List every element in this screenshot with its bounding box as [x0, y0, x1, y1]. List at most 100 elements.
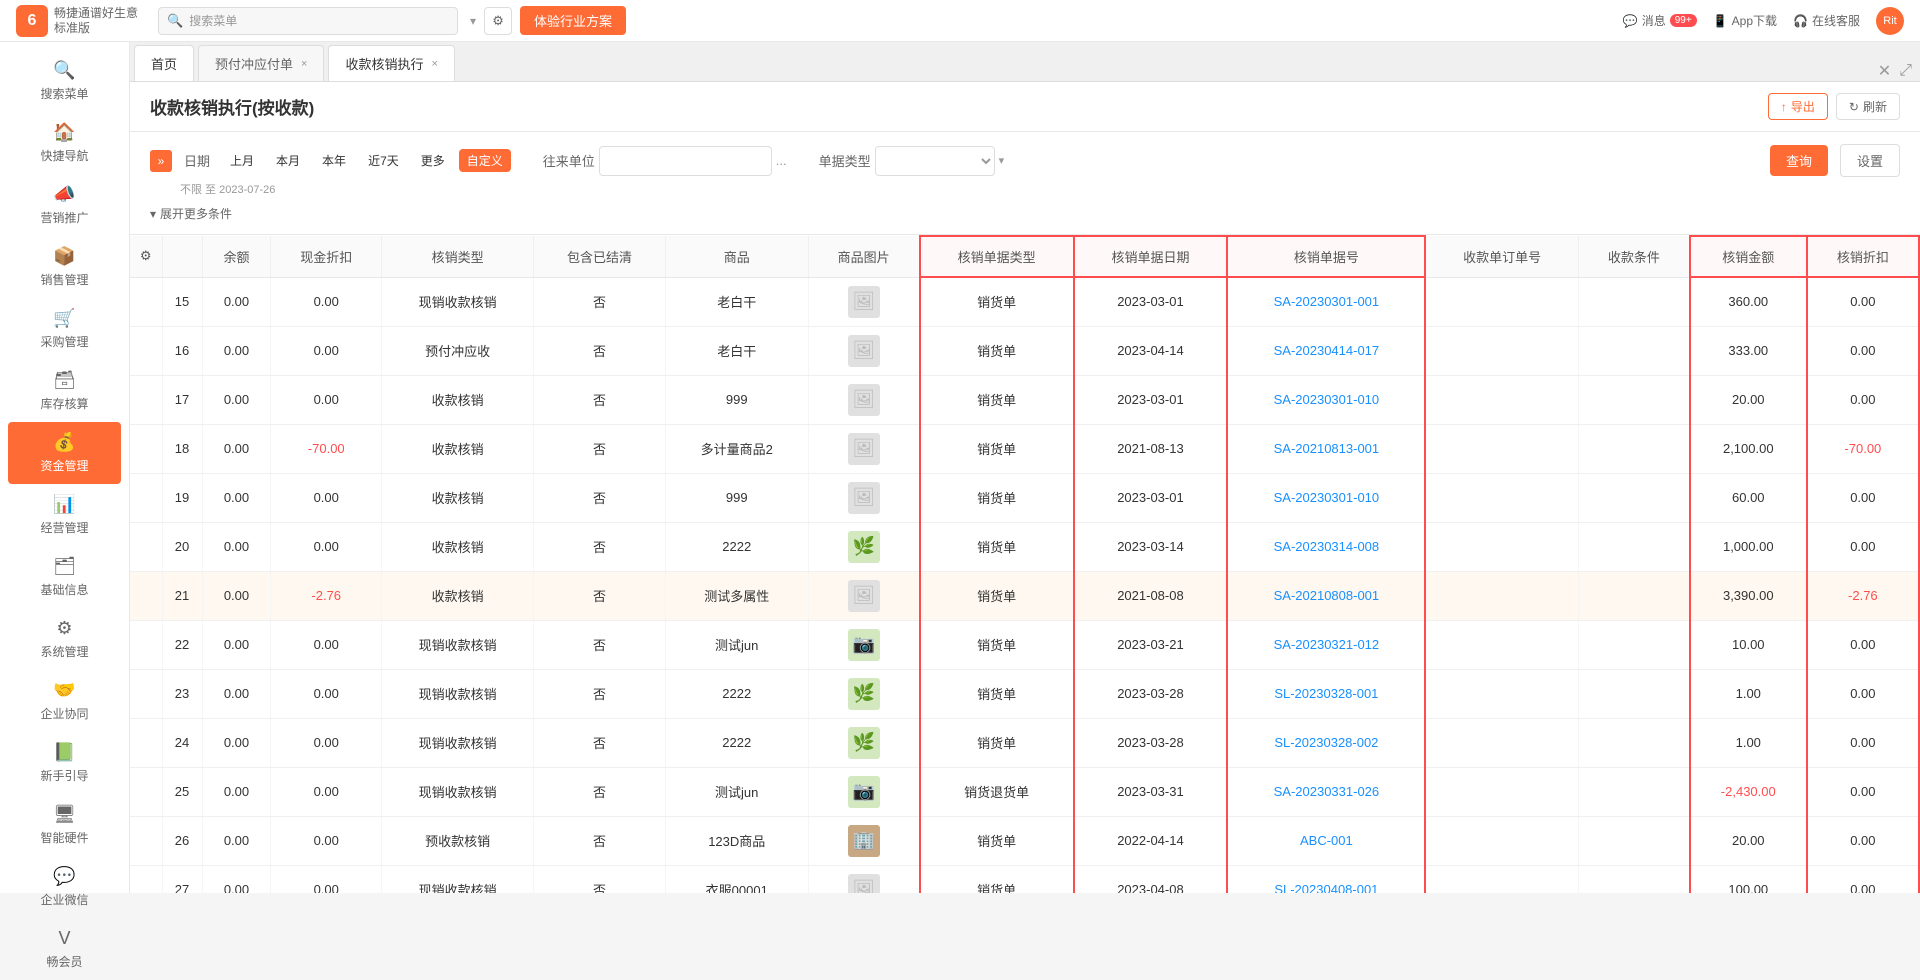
- sidebar-item-business[interactable]: 📊 经营管理: [0, 484, 129, 546]
- write-off-no-link[interactable]: SA-20230321-012: [1274, 637, 1380, 652]
- this-year-button[interactable]: 本年: [314, 149, 354, 172]
- receipt-type-label: 单据类型: [819, 151, 871, 170]
- tab-prepay[interactable]: 预付冲应付单 ×: [198, 45, 324, 81]
- wechat-icon: 💬: [53, 866, 75, 887]
- col-write-off-no-cell: SL-20230328-002: [1227, 718, 1425, 767]
- sidebar-item-label: 新手引导: [40, 767, 88, 784]
- industry-solution-button[interactable]: 体验行业方案: [520, 6, 626, 35]
- table-row: 26 0.00 0.00 预收款核销 否 123D商品 🏢 销货单 2022-0…: [130, 816, 1919, 865]
- col-seq-cell: 16: [162, 326, 202, 375]
- write-off-no-link[interactable]: SA-20210813-001: [1274, 441, 1380, 456]
- sidebar-item-basic[interactable]: 🗂 基础信息: [0, 546, 129, 608]
- col-receipt-condition-cell: [1578, 375, 1689, 424]
- last-month-button[interactable]: 上月: [222, 149, 262, 172]
- filter-settings-button[interactable]: 设置: [1840, 144, 1900, 177]
- expand-more-conditions[interactable]: ▾ 展开更多条件: [150, 205, 1900, 222]
- sidebar-item-purchase[interactable]: 🛒 采购管理: [0, 298, 129, 360]
- refresh-icon: ↻: [1849, 100, 1859, 114]
- col-included-settled-cell: 否: [534, 865, 665, 893]
- collapse-filter-button[interactable]: »: [150, 150, 172, 172]
- sidebar-item-system[interactable]: ⚙ 系统管理: [0, 608, 129, 670]
- sidebar-item-inventory[interactable]: 🗃 库存核算: [0, 360, 129, 422]
- sidebar-item-guide[interactable]: 📗 新手引导: [0, 732, 129, 794]
- tab-bar-actions: ✕ ⤢: [1878, 61, 1920, 81]
- col-cash-discount-cell: 0.00: [271, 277, 382, 326]
- col-gear[interactable]: ⚙: [130, 236, 162, 277]
- sidebar-item-hardware[interactable]: 🖥 智能硬件: [0, 794, 129, 856]
- settings-icon[interactable]: ⚙: [484, 7, 512, 35]
- more-date-button[interactable]: 更多: [413, 149, 453, 172]
- col-included-settled-cell: 否: [534, 522, 665, 571]
- avatar[interactable]: Rit: [1876, 7, 1904, 35]
- write-off-no-link[interactable]: SA-20210808-001: [1274, 588, 1380, 603]
- sidebar-item-cooperation[interactable]: 🤝 企业协同: [0, 670, 129, 732]
- sidebar-item-sales[interactable]: 📦 销售管理: [0, 236, 129, 298]
- close-window-icon[interactable]: ✕: [1878, 61, 1891, 81]
- write-off-no-link[interactable]: SA-20230301-010: [1274, 490, 1380, 505]
- monitor-icon: 🖥: [53, 804, 76, 825]
- write-off-no-link[interactable]: SA-20230314-008: [1274, 539, 1380, 554]
- col-write-off-amount-cell: 100.00: [1690, 865, 1807, 893]
- write-off-no-link[interactable]: SA-20230301-010: [1274, 392, 1380, 407]
- col-product-img-cell: 🌿: [808, 718, 919, 767]
- col-write-off-date-cell: 2023-03-31: [1074, 767, 1228, 816]
- close-icon[interactable]: ×: [301, 58, 307, 70]
- chevron-down-icon[interactable]: ▾: [470, 14, 476, 28]
- col-included-settled-cell: 否: [534, 718, 665, 767]
- table-row: 22 0.00 0.00 现销收款核销 否 测试jun 📷 销货单 2023-0…: [130, 620, 1919, 669]
- notification-item[interactable]: 💬 消息 99+: [1623, 12, 1697, 29]
- col-write-off-no-cell: SA-20230414-017: [1227, 326, 1425, 375]
- app-download-item[interactable]: 📱 App下载: [1713, 12, 1777, 29]
- col-gear-cell: [130, 669, 162, 718]
- col-seq-cell: 23: [162, 669, 202, 718]
- write-off-no-link[interactable]: SL-20230328-001: [1274, 686, 1378, 701]
- col-write-off-bill-type-cell: 销货单: [920, 865, 1074, 893]
- sidebar-item-label: 系统管理: [40, 643, 88, 660]
- search-box[interactable]: 🔍 搜索菜单: [158, 7, 458, 35]
- write-off-no-link[interactable]: SA-20230301-001: [1274, 294, 1380, 309]
- handshake-icon: 🤝: [53, 680, 75, 701]
- sidebar-item-quicknav[interactable]: 🏠 快捷导航: [0, 112, 129, 174]
- maximize-icon[interactable]: ⤢: [1899, 62, 1912, 80]
- tab-home[interactable]: 首页: [134, 45, 194, 81]
- sidebar-item-marketing[interactable]: 📣 营销推广: [0, 174, 129, 236]
- col-included-settled-cell: 否: [534, 767, 665, 816]
- this-month-button[interactable]: 本月: [268, 149, 308, 172]
- last-7-days-button[interactable]: 近7天: [360, 149, 407, 172]
- col-receipt-order-no-cell: [1425, 718, 1578, 767]
- write-off-no-link[interactable]: ABC-001: [1300, 833, 1353, 848]
- folder-icon: 🗂: [53, 556, 76, 577]
- sidebar-item-search[interactable]: 🔍 搜索菜单: [0, 50, 129, 112]
- online-service-item[interactable]: 🎧 在线客服: [1793, 12, 1860, 29]
- date-filter-group: 上月 本月 本年 近7天 更多 自定义: [222, 149, 511, 172]
- export-button[interactable]: ↑ 导出: [1768, 93, 1828, 120]
- write-off-no-link[interactable]: SL-20230328-002: [1274, 735, 1378, 750]
- write-off-no-link[interactable]: SL-20230408-001: [1274, 882, 1378, 893]
- write-off-no-link[interactable]: SA-20230331-026: [1274, 784, 1380, 799]
- sidebar-item-label: 企业协同: [40, 705, 88, 722]
- col-cash-discount-cell: 0.00: [271, 767, 382, 816]
- col-product-cell: 衣服00001: [665, 865, 808, 893]
- col-write-off-no-cell: SA-20230314-008: [1227, 522, 1425, 571]
- date-range-display: 不限 至 2023-07-26: [180, 181, 275, 197]
- query-button[interactable]: 查询: [1770, 145, 1828, 176]
- sidebar-item-member[interactable]: V 畅会员: [0, 918, 129, 980]
- custom-date-button[interactable]: 自定义: [459, 149, 511, 172]
- from-unit-input[interactable]: [599, 146, 772, 176]
- col-write-off-bill-type-cell: 销货单: [920, 326, 1074, 375]
- tab-receipt[interactable]: 收款核销执行 ×: [328, 45, 454, 81]
- col-write-off-discount-cell: 0.00: [1807, 669, 1919, 718]
- write-off-no-link[interactable]: SA-20230414-017: [1274, 343, 1380, 358]
- sidebar-item-wechat[interactable]: 💬 企业微信: [0, 856, 129, 918]
- sidebar-item-finance[interactable]: 💰 资金管理: [8, 422, 121, 484]
- col-receipt-order-no-cell: [1425, 669, 1578, 718]
- col-balance-cell: 0.00: [202, 571, 271, 620]
- col-seq-cell: 21: [162, 571, 202, 620]
- refresh-button[interactable]: ↻ 刷新: [1836, 93, 1900, 120]
- logo-icon: 6: [16, 5, 48, 37]
- close-icon[interactable]: ×: [431, 58, 437, 70]
- col-product-cell: 123D商品: [665, 816, 808, 865]
- product-thumbnail: 🖼: [848, 286, 880, 318]
- col-balance-cell: 0.00: [202, 718, 271, 767]
- receipt-type-select[interactable]: [875, 146, 995, 176]
